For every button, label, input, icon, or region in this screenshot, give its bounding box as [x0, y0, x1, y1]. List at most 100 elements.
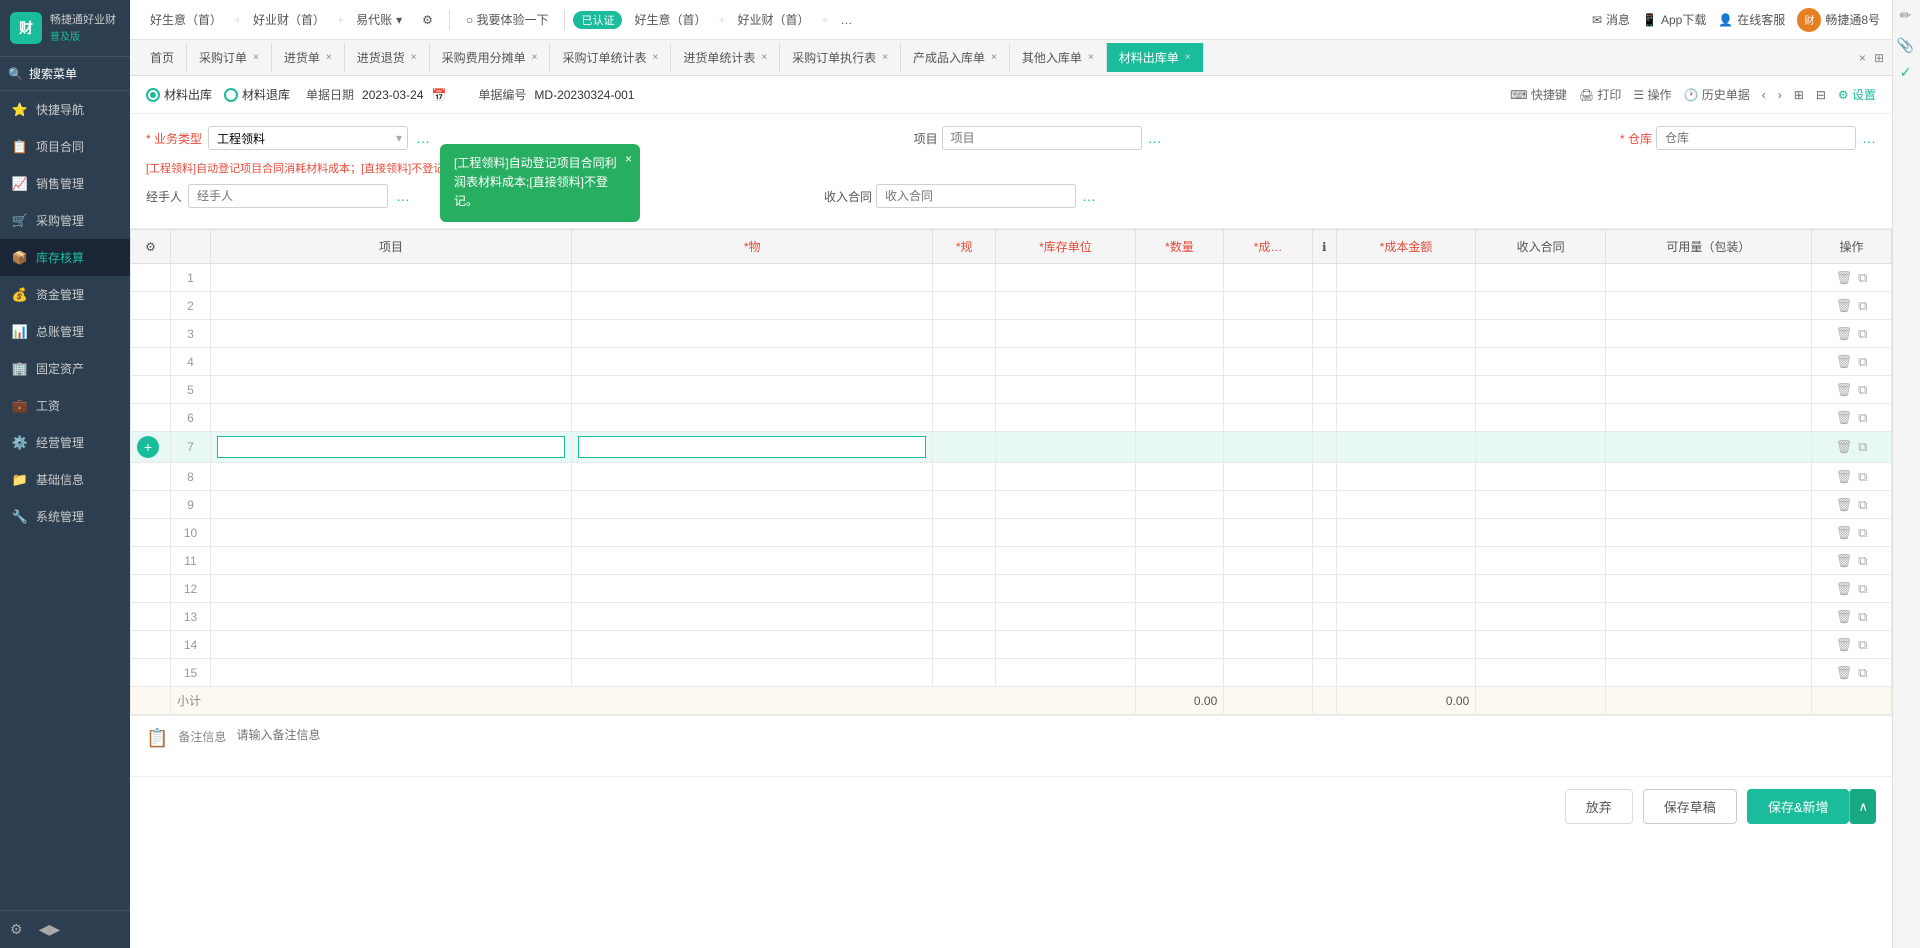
- delete-row-icon[interactable]: 🗑: [1836, 637, 1853, 653]
- row-project-input[interactable]: [217, 436, 565, 458]
- copy-row-icon[interactable]: ⧉: [1858, 439, 1867, 455]
- delete-row-icon[interactable]: 🗑: [1836, 553, 1853, 569]
- tab-purchase-exec[interactable]: 采购订单执行表 ×: [780, 43, 901, 72]
- copy-row-icon[interactable]: ⧉: [1858, 270, 1867, 286]
- calendar-icon[interactable]: 📅: [431, 88, 446, 102]
- close-icon[interactable]: ×: [761, 52, 767, 63]
- collapse-icon[interactable]: ◀▶: [39, 921, 61, 938]
- copy-row-icon[interactable]: ⧉: [1858, 525, 1867, 541]
- add-row-button[interactable]: +: [137, 436, 159, 458]
- copy-row-icon[interactable]: ⧉: [1858, 469, 1867, 485]
- warehouse-dots[interactable]: …: [1862, 130, 1876, 146]
- nav-easy-account[interactable]: 易代账 ▾: [348, 8, 410, 31]
- radio-material-return[interactable]: 材料退库: [224, 86, 290, 103]
- delete-row-icon[interactable]: 🗑: [1836, 469, 1853, 485]
- delete-row-icon[interactable]: 🗑: [1836, 581, 1853, 597]
- shortcut-btn[interactable]: ⌨ 快捷键: [1510, 86, 1567, 103]
- sidebar-item-purchase[interactable]: 🛒 采购管理: [0, 202, 130, 239]
- tab-other-inbound[interactable]: 其他入库单 ×: [1010, 43, 1107, 72]
- warehouse-input[interactable]: [1656, 126, 1856, 150]
- tab-material-outbound[interactable]: 材料出库单 ×: [1107, 43, 1204, 72]
- sidebar-item-inventory[interactable]: 📦 库存核算: [0, 239, 130, 276]
- copy-row-icon[interactable]: ⧉: [1858, 609, 1867, 625]
- copy-row-icon[interactable]: ⧉: [1858, 581, 1867, 597]
- save-draft-button[interactable]: 保存草稿: [1643, 789, 1737, 824]
- delete-row-icon[interactable]: 🗑: [1836, 609, 1853, 625]
- tab-incoming-return[interactable]: 进货退货 ×: [345, 43, 430, 72]
- view-detail-btn[interactable]: ⊟: [1816, 86, 1826, 103]
- delete-row-icon[interactable]: 🗑: [1836, 298, 1853, 314]
- save-new-split-button[interactable]: ∧: [1849, 789, 1876, 824]
- radio-material-out[interactable]: 材料出库: [146, 86, 212, 103]
- nav-prev-btn[interactable]: ‹: [1762, 86, 1766, 103]
- nav-experience[interactable]: ○ 我要体验一下: [458, 8, 557, 31]
- close-icon[interactable]: ×: [882, 52, 888, 63]
- close-all-icon[interactable]: ×: [1859, 51, 1866, 65]
- business-type-input[interactable]: [208, 126, 408, 150]
- sidebar-item-quick-nav[interactable]: ⭐ 快捷导航: [0, 91, 130, 128]
- delete-row-icon[interactable]: 🗑: [1836, 439, 1853, 455]
- sidebar-item-sales[interactable]: 📈 销售管理: [0, 165, 130, 202]
- copy-row-icon[interactable]: ⧉: [1858, 326, 1867, 342]
- copy-row-icon[interactable]: ⧉: [1858, 497, 1867, 513]
- nav-more[interactable]: …: [833, 10, 861, 30]
- project-input[interactable]: [942, 126, 1142, 150]
- print-btn[interactable]: 🖨 打印: [1579, 86, 1622, 103]
- close-icon[interactable]: ×: [1088, 52, 1094, 63]
- notes-input[interactable]: [236, 726, 1876, 766]
- close-icon[interactable]: ×: [1185, 52, 1191, 63]
- tab-incoming-stats[interactable]: 进货单统计表 ×: [671, 43, 780, 72]
- tab-purchase-stats[interactable]: 采购订单统计表 ×: [550, 43, 671, 72]
- sidebar-item-base[interactable]: 📁 基础信息: [0, 461, 130, 498]
- nav-finance2[interactable]: 好业财（首）: [730, 8, 818, 31]
- close-icon[interactable]: ×: [326, 52, 332, 63]
- business-type-dots[interactable]: …: [416, 130, 430, 146]
- app-download-item[interactable]: 📱 App下载: [1642, 11, 1706, 28]
- copy-row-icon[interactable]: ⧉: [1858, 354, 1867, 370]
- nav-good-biz[interactable]: 好生意（首）: [142, 8, 230, 31]
- copy-row-icon[interactable]: ⧉: [1858, 382, 1867, 398]
- income-contract-dots[interactable]: …: [1082, 188, 1096, 204]
- sidebar-item-fixed-assets[interactable]: 🏢 固定资产: [0, 350, 130, 387]
- delete-row-icon[interactable]: 🗑: [1836, 665, 1853, 681]
- row-material-input[interactable]: [578, 436, 926, 458]
- settings-bottom-icon[interactable]: ⚙: [10, 921, 23, 938]
- online-service-item[interactable]: 👤 在线客服: [1718, 11, 1785, 28]
- tab-purchase-fee[interactable]: 采购费用分摊单 ×: [430, 43, 551, 72]
- copy-row-icon[interactable]: ⧉: [1858, 665, 1867, 681]
- tooltip-close-btn[interactable]: ×: [625, 150, 632, 169]
- right-edit-icon[interactable]: ✏: [1899, 8, 1915, 24]
- tab-grid-icon[interactable]: ⊞: [1874, 51, 1884, 65]
- nav-next-btn[interactable]: ›: [1778, 86, 1782, 103]
- messages-item[interactable]: ✉ 消息: [1592, 11, 1630, 28]
- nav-settings-icon[interactable]: ⚙: [414, 10, 441, 30]
- sidebar-item-finance[interactable]: 💰 资金管理: [0, 276, 130, 313]
- delete-row-icon[interactable]: 🗑: [1836, 326, 1853, 342]
- operation-btn[interactable]: ☰ 操作: [1633, 86, 1671, 103]
- view-list-btn[interactable]: ⊞: [1794, 86, 1804, 103]
- tab-home[interactable]: 首页: [138, 43, 187, 72]
- tab-finished-goods[interactable]: 产成品入库单 ×: [901, 43, 1010, 72]
- th-settings[interactable]: ⚙: [131, 230, 171, 264]
- nav-good-finance[interactable]: 好业财（首）: [245, 8, 333, 31]
- settings-btn[interactable]: ⚙ 设置: [1838, 86, 1876, 103]
- row-material[interactable]: [572, 432, 933, 463]
- row-project[interactable]: [211, 432, 572, 463]
- copy-row-icon[interactable]: ⧉: [1858, 410, 1867, 426]
- sidebar-item-system[interactable]: 🔧 系统管理: [0, 498, 130, 535]
- delete-row-icon[interactable]: 🗑: [1836, 382, 1853, 398]
- history-btn[interactable]: 🕐 历史单据: [1684, 86, 1750, 103]
- close-icon[interactable]: ×: [411, 52, 417, 63]
- right-check-icon[interactable]: ✓: [1899, 65, 1915, 81]
- sidebar-item-payroll[interactable]: 💼 工资: [0, 387, 130, 424]
- copy-row-icon[interactable]: ⧉: [1858, 553, 1867, 569]
- handler-dots[interactable]: …: [396, 188, 410, 204]
- discard-button[interactable]: 放弃: [1565, 789, 1633, 824]
- save-new-button[interactable]: 保存&新增: [1747, 789, 1850, 824]
- handler-input[interactable]: [188, 184, 388, 208]
- sidebar-item-project[interactable]: 📋 项目合同: [0, 128, 130, 165]
- tab-incoming[interactable]: 进货单 ×: [272, 43, 345, 72]
- copy-row-icon[interactable]: ⧉: [1858, 637, 1867, 653]
- nav-biz2[interactable]: 好生意（首）: [626, 8, 714, 31]
- delete-row-icon[interactable]: 🗑: [1836, 525, 1853, 541]
